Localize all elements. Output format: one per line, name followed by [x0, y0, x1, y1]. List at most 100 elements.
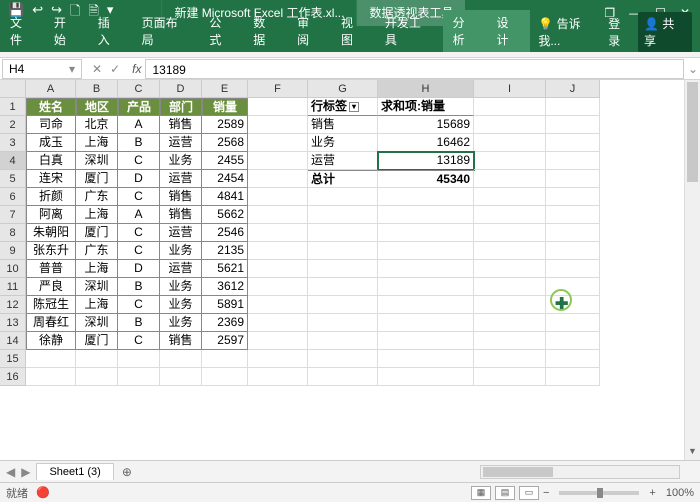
cell-I15[interactable]	[474, 350, 546, 368]
column-header-J[interactable]: J	[546, 80, 600, 98]
cell-E2[interactable]: 2589	[202, 116, 248, 134]
formula-bar-expand-icon[interactable]: ⌄	[688, 62, 698, 76]
cell-H4[interactable]: 13189	[378, 152, 474, 170]
cell-H6[interactable]	[378, 188, 474, 206]
select-all-corner[interactable]	[0, 80, 26, 98]
cell-J2[interactable]	[546, 116, 600, 134]
cell-I1[interactable]	[474, 98, 546, 116]
cell-H10[interactable]	[378, 260, 474, 278]
cell-J15[interactable]	[546, 350, 600, 368]
zoom-out-button[interactable]: −	[543, 487, 549, 499]
cell-A8[interactable]: 朱朝阳	[26, 224, 76, 242]
view-normal-button[interactable]: ▦	[471, 486, 491, 500]
cell-I2[interactable]	[474, 116, 546, 134]
name-box[interactable]: H4 ▾	[2, 59, 82, 79]
cell-E1[interactable]: 销量	[202, 98, 248, 116]
cell-A1[interactable]: 姓名	[26, 98, 76, 116]
sheet-nav[interactable]: ◀▶	[0, 465, 36, 479]
cell-A6[interactable]: 折颜	[26, 188, 76, 206]
tab-analyze[interactable]: 分析	[443, 10, 487, 52]
cell-F11[interactable]	[248, 278, 308, 296]
cell-H5[interactable]: 45340	[378, 170, 474, 188]
cell-H3[interactable]: 16462	[378, 134, 474, 152]
cell-B13[interactable]: 深圳	[76, 314, 118, 332]
cell-C12[interactable]: C	[118, 296, 160, 314]
cell-E8[interactable]: 2546	[202, 224, 248, 242]
cell-G8[interactable]	[308, 224, 378, 242]
cell-A10[interactable]: 普普	[26, 260, 76, 278]
cell-F16[interactable]	[248, 368, 308, 386]
cell-J9[interactable]	[546, 242, 600, 260]
cell-C10[interactable]: D	[118, 260, 160, 278]
zoom-in-button[interactable]: +	[649, 487, 655, 499]
row-header-10[interactable]: 10	[0, 260, 26, 278]
cell-I6[interactable]	[474, 188, 546, 206]
cell-E15[interactable]	[202, 350, 248, 368]
cell-E11[interactable]: 3612	[202, 278, 248, 296]
horizontal-scrollbar[interactable]	[480, 465, 680, 479]
row-header-5[interactable]: 5	[0, 170, 26, 188]
cell-E10[interactable]: 5621	[202, 260, 248, 278]
row-header-6[interactable]: 6	[0, 188, 26, 206]
row-header-11[interactable]: 11	[0, 278, 26, 296]
column-header-G[interactable]: G	[308, 80, 378, 98]
cell-D5[interactable]: 运营	[160, 170, 202, 188]
cell-C16[interactable]	[118, 368, 160, 386]
cell-B2[interactable]: 北京	[76, 116, 118, 134]
cell-H11[interactable]	[378, 278, 474, 296]
column-header-I[interactable]: I	[474, 80, 546, 98]
cell-E13[interactable]: 2369	[202, 314, 248, 332]
cell-D11[interactable]: 业务	[160, 278, 202, 296]
cell-E5[interactable]: 2454	[202, 170, 248, 188]
sheet-prev-icon[interactable]: ◀	[6, 465, 15, 479]
tab-layout[interactable]: 页面布局	[132, 10, 200, 52]
cell-C3[interactable]: B	[118, 134, 160, 152]
worksheet-grid[interactable]: ABCDEFGHIJ 12345678910111213141516 姓名地区产…	[0, 80, 700, 460]
cell-D15[interactable]	[160, 350, 202, 368]
vertical-scrollbar[interactable]: ▲ ▼	[684, 80, 700, 460]
cell-E9[interactable]: 2135	[202, 242, 248, 260]
cell-E3[interactable]: 2568	[202, 134, 248, 152]
cell-H2[interactable]: 15689	[378, 116, 474, 134]
cell-A7[interactable]: 阿离	[26, 206, 76, 224]
tell-me[interactable]: 💡 告诉我...	[538, 15, 602, 49]
cell-A13[interactable]: 周春红	[26, 314, 76, 332]
cell-A11[interactable]: 严良	[26, 278, 76, 296]
cell-A12[interactable]: 陈冠生	[26, 296, 76, 314]
fx-cancel-icon[interactable]: ✕	[92, 62, 102, 76]
tab-review[interactable]: 审阅	[287, 10, 331, 52]
cell-I11[interactable]	[474, 278, 546, 296]
cell-F13[interactable]	[248, 314, 308, 332]
column-header-B[interactable]: B	[76, 80, 118, 98]
cell-B9[interactable]: 广东	[76, 242, 118, 260]
scroll-down-icon[interactable]: ▼	[685, 446, 700, 460]
column-header-A[interactable]: A	[26, 80, 76, 98]
tab-dev[interactable]: 开发工具	[375, 10, 443, 52]
cell-A2[interactable]: 司命	[26, 116, 76, 134]
cell-C4[interactable]: C	[118, 152, 160, 170]
cell-J1[interactable]	[546, 98, 600, 116]
tab-insert[interactable]: 插入	[88, 10, 132, 52]
cell-D3[interactable]: 运营	[160, 134, 202, 152]
tab-formula[interactable]: 公式	[199, 10, 243, 52]
cell-F1[interactable]	[248, 98, 308, 116]
cell-E12[interactable]: 5891	[202, 296, 248, 314]
formula-bar[interactable]: 13189	[145, 59, 684, 79]
cell-G5[interactable]: 总计	[308, 170, 378, 188]
row-header-9[interactable]: 9	[0, 242, 26, 260]
cell-D8[interactable]: 运营	[160, 224, 202, 242]
cell-H14[interactable]	[378, 332, 474, 350]
view-pagebreak-button[interactable]: ▭	[519, 486, 539, 500]
name-box-dropdown-icon[interactable]: ▾	[69, 59, 75, 79]
column-header-H[interactable]: H	[378, 80, 474, 98]
fx-ok-icon[interactable]: ✓	[110, 62, 120, 76]
cell-C15[interactable]	[118, 350, 160, 368]
cell-D12[interactable]: 业务	[160, 296, 202, 314]
cell-C7[interactable]: A	[118, 206, 160, 224]
cell-B4[interactable]: 深圳	[76, 152, 118, 170]
tab-design[interactable]: 设计	[486, 10, 530, 52]
cell-A5[interactable]: 连宋	[26, 170, 76, 188]
cell-E14[interactable]: 2597	[202, 332, 248, 350]
column-header-C[interactable]: C	[118, 80, 160, 98]
cell-C8[interactable]: C	[118, 224, 160, 242]
